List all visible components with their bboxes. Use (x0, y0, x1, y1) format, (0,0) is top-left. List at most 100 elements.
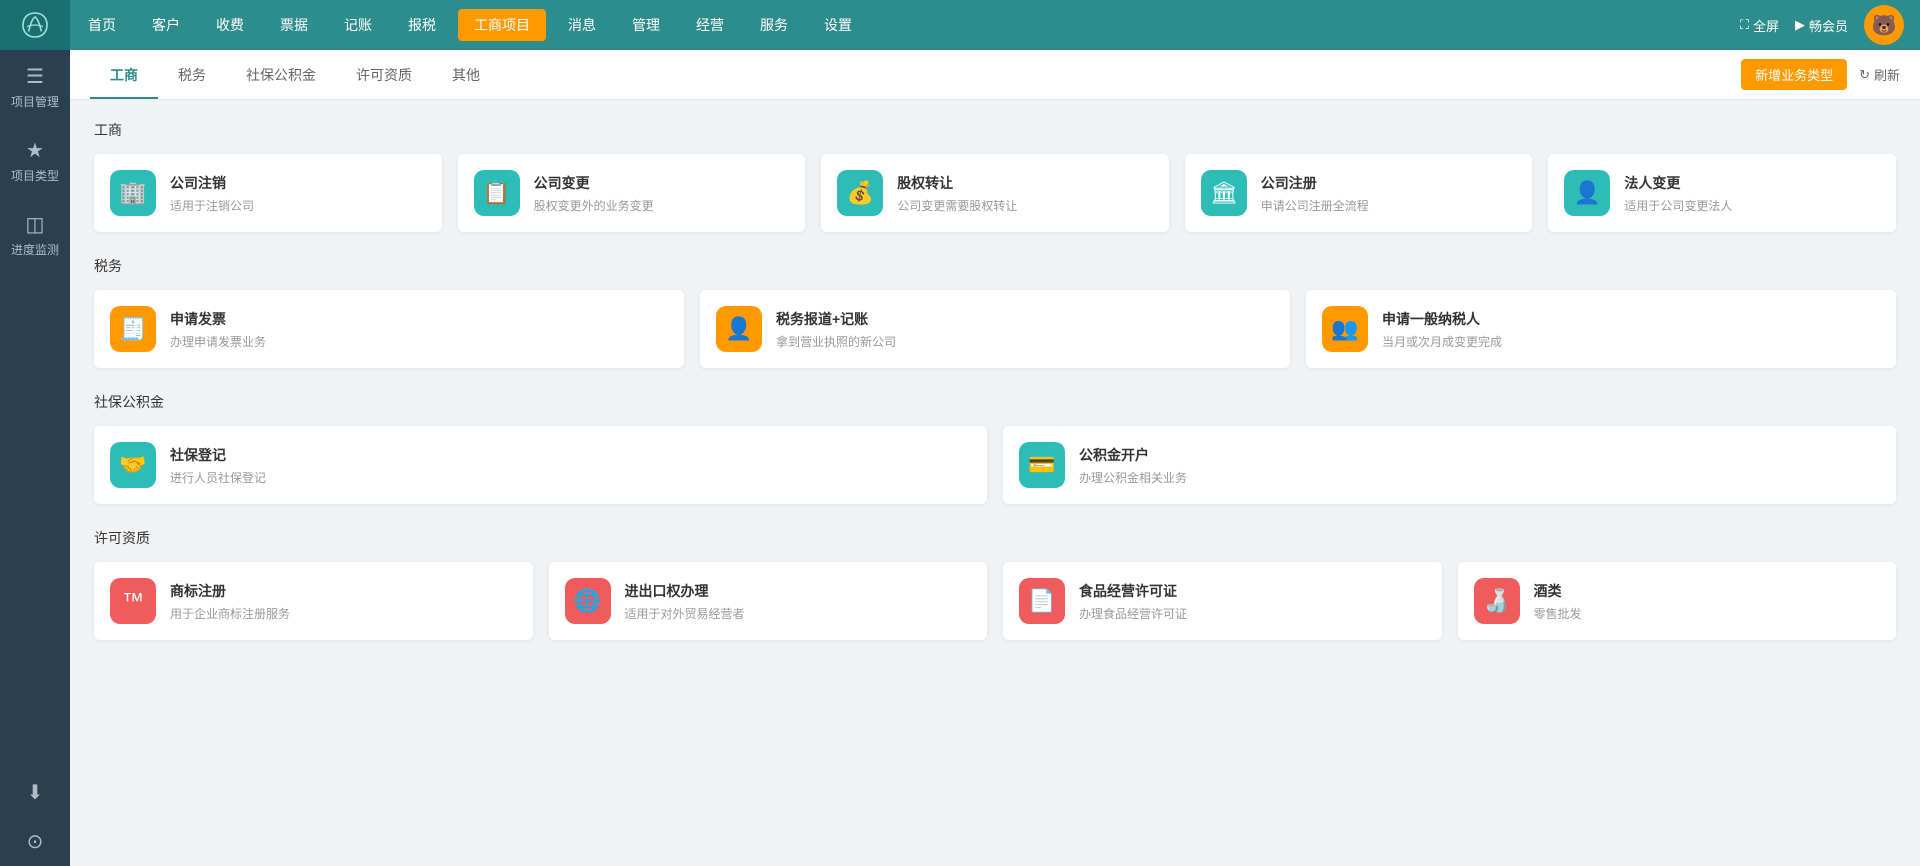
card-info: 法人变更 适用于公司变更法人 (1624, 173, 1880, 214)
legal-icon: 👤 (1564, 170, 1610, 216)
sidebar-item-progress[interactable]: ◫ 进度监测 (0, 198, 70, 272)
main-layout: ☰ 项目管理 ★ 项目类型 ◫ 进度监测 ⬇ ⊙ 工商 税务 社保公积金 许可资… (0, 50, 1920, 866)
card-title: 税务报道+记账 (776, 309, 1274, 329)
card-desc: 拿到营业执照的新公司 (776, 333, 1274, 350)
nav-items: 首页 客户 收费 票据 记账 报税 工商项目 消息 管理 经营 服务 设置 (70, 0, 1740, 50)
card-info: 酒类 零售批发 (1534, 581, 1881, 622)
card-liquor[interactable]: 🍶 酒类 零售批发 (1458, 562, 1897, 640)
download-icon: ⬇ (27, 780, 44, 805)
section-title-license: 许可资质 (94, 528, 1896, 548)
top-navigation: 首页 客户 收费 票据 记账 报税 工商项目 消息 管理 经营 服务 设置 ⛶ … (0, 0, 1920, 50)
nav-industry[interactable]: 工商项目 (458, 9, 546, 41)
nav-manage[interactable]: 管理 (614, 0, 678, 50)
tab-license[interactable]: 许可资质 (336, 50, 432, 99)
content-area: 工商 税务 社保公积金 许可资质 其他 新增业务类型 ↻ 刷新 工商 🏢 (70, 50, 1920, 866)
nav-service[interactable]: 服务 (742, 0, 806, 50)
card-general-taxpayer[interactable]: 👥 申请一般纳税人 当月或次月成变更完成 (1306, 290, 1896, 368)
card-info: 进出口权办理 适用于对外贸易经营者 (625, 581, 972, 622)
card-desc: 用于企业商标注册服务 (170, 605, 517, 622)
new-type-button[interactable]: 新增业务类型 (1741, 59, 1847, 90)
nav-operation[interactable]: 经营 (678, 0, 742, 50)
card-company-cancel[interactable]: 🏢 公司注销 适用于注销公司 (94, 154, 442, 232)
nav-settings[interactable]: 设置 (806, 0, 870, 50)
refresh-button[interactable]: ↻ 刷新 (1859, 65, 1900, 84)
card-title: 社保登记 (170, 445, 971, 465)
nav-tax[interactable]: 报税 (390, 0, 454, 50)
card-info: 申请发票 办理申请发票业务 (170, 309, 668, 350)
card-info: 公司变更 股权变更外的业务变更 (534, 173, 790, 214)
card-title: 食品经营许可证 (1079, 581, 1426, 601)
card-company-change[interactable]: 📋 公司变更 股权变更外的业务变更 (458, 154, 806, 232)
card-legal-person-change[interactable]: 👤 法人变更 适用于公司变更法人 (1548, 154, 1896, 232)
card-title: 公司变更 (534, 173, 790, 193)
sidebar-item-project-manage[interactable]: ☰ 项目管理 (0, 50, 70, 124)
card-tax-report[interactable]: 👤 税务报道+记账 拿到营业执照的新公司 (700, 290, 1290, 368)
card-desc: 申请公司注册全流程 (1261, 197, 1517, 214)
nav-bookkeeping[interactable]: 记账 (326, 0, 390, 50)
app-logo[interactable] (0, 0, 70, 50)
social-icon: 🤝 (110, 442, 156, 488)
card-info: 公司注销 适用于注销公司 (170, 173, 426, 214)
card-desc: 适用于注销公司 (170, 197, 426, 214)
nav-bill[interactable]: 票据 (262, 0, 326, 50)
tax-cards-grid: 🧾 申请发票 办理申请发票业务 👤 税务报道+记账 拿到营业执照的新公司 👥 (94, 290, 1896, 368)
refresh-icon: ↻ (1859, 67, 1870, 83)
register-icon: 🏛 (1201, 170, 1247, 216)
card-desc: 进行人员社保登记 (170, 469, 971, 486)
card-info: 股权转让 公司变更需要股权转让 (897, 173, 1153, 214)
liquor-icon: 🍶 (1474, 578, 1520, 624)
card-food-license[interactable]: 📄 食品经营许可证 办理食品经营许可证 (1003, 562, 1442, 640)
tab-industry[interactable]: 工商 (90, 50, 158, 99)
sidebar-bottom: ⬇ ⊙ (27, 768, 44, 866)
industry-cards-grid: 🏢 公司注销 适用于注销公司 📋 公司变更 股权变更外的业务变更 💰 (94, 154, 1896, 232)
card-title: 酒类 (1534, 581, 1881, 601)
card-desc: 适用于对外贸易经营者 (625, 605, 972, 622)
sidebar: ☰ 项目管理 ★ 项目类型 ◫ 进度监测 ⬇ ⊙ (0, 50, 70, 866)
card-info: 社保登记 进行人员社保登记 (170, 445, 971, 486)
card-info: 食品经营许可证 办理食品经营许可证 (1079, 581, 1426, 622)
fullscreen-icon: ⛶ (1740, 17, 1749, 33)
vip-btn[interactable]: ▶ 畅会员 (1795, 16, 1848, 35)
sidebar-item-help[interactable]: ⊙ (27, 817, 44, 866)
tabs-actions: 新增业务类型 ↻ 刷新 (1741, 59, 1900, 90)
top-nav-right: ⛶ 全屏 ▶ 畅会员 🐻 (1740, 5, 1920, 45)
tab-social-fund[interactable]: 社保公积金 (226, 50, 336, 99)
fullscreen-btn[interactable]: ⛶ 全屏 (1740, 16, 1779, 35)
help-icon: ⊙ (27, 829, 44, 854)
card-trademark[interactable]: ™ 商标注册 用于企业商标注册服务 (94, 562, 533, 640)
card-info: 申请一般纳税人 当月或次月成变更完成 (1382, 309, 1880, 350)
section-title-tax: 税务 (94, 256, 1896, 276)
card-social-security[interactable]: 🤝 社保登记 进行人员社保登记 (94, 426, 987, 504)
card-title: 公积金开户 (1079, 445, 1880, 465)
invoice-icon: 🧾 (110, 306, 156, 352)
card-company-register[interactable]: 🏛 公司注册 申请公司注册全流程 (1185, 154, 1533, 232)
nav-home[interactable]: 首页 (70, 0, 134, 50)
section-title-industry: 工商 (94, 120, 1896, 140)
card-desc: 办理公积金相关业务 (1079, 469, 1880, 486)
sidebar-item-project-type[interactable]: ★ 项目类型 (0, 124, 70, 198)
card-provident-fund[interactable]: 💳 公积金开户 办理公积金相关业务 (1003, 426, 1896, 504)
nav-customer[interactable]: 客户 (134, 0, 198, 50)
sidebar-item-download[interactable]: ⬇ (27, 768, 44, 817)
card-desc: 适用于公司变更法人 (1624, 197, 1880, 214)
nav-message[interactable]: 消息 (550, 0, 614, 50)
mascot-avatar[interactable]: 🐻 (1864, 5, 1904, 45)
tab-other[interactable]: 其他 (432, 50, 500, 99)
card-info: 公司注册 申请公司注册全流程 (1261, 173, 1517, 214)
card-title: 申请发票 (170, 309, 668, 329)
fund-icon: 💳 (1019, 442, 1065, 488)
nav-fee[interactable]: 收费 (198, 0, 262, 50)
tax-report-icon: 👤 (716, 306, 762, 352)
star-icon: ★ (26, 138, 44, 163)
food-icon: 📄 (1019, 578, 1065, 624)
card-invoice-apply[interactable]: 🧾 申请发票 办理申请发票业务 (94, 290, 684, 368)
card-import-export[interactable]: 🌐 进出口权办理 适用于对外贸易经营者 (549, 562, 988, 640)
play-icon: ▶ (1795, 17, 1805, 33)
tab-tax[interactable]: 税务 (158, 50, 226, 99)
card-title: 公司注销 (170, 173, 426, 193)
company-cancel-icon: 🏢 (110, 170, 156, 216)
scroll-content[interactable]: 工商 🏢 公司注销 适用于注销公司 📋 公司变更 股权变更外的业务变更 (70, 100, 1920, 866)
card-title: 股权转让 (897, 173, 1153, 193)
card-info: 商标注册 用于企业商标注册服务 (170, 581, 517, 622)
card-equity-transfer[interactable]: 💰 股权转让 公司变更需要股权转让 (821, 154, 1169, 232)
